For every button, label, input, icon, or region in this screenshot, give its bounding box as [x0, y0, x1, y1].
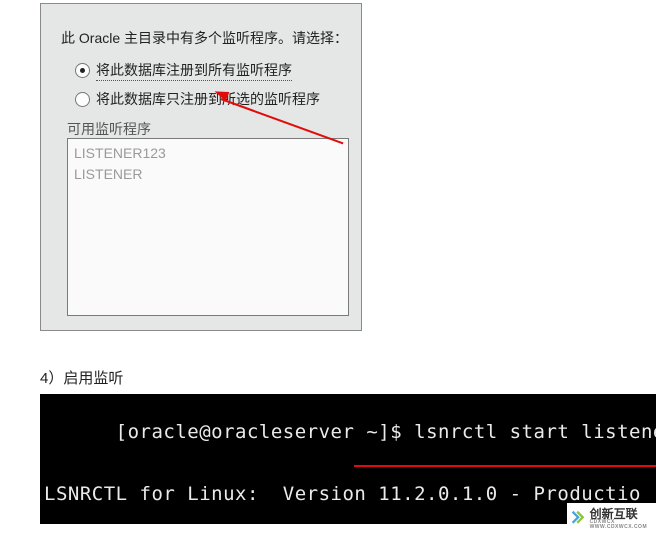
step-label: 4）启用监听	[40, 367, 123, 388]
logo-text-en: CDXWCX WWW.CDXWCX.COM	[590, 520, 661, 530]
terminal-version-line: LSNRCTL for Linux: Version 11.2.0.1.0 - …	[44, 485, 652, 504]
radio-icon	[75, 92, 90, 107]
terminal-command: lsnrctl start listener1	[414, 421, 656, 443]
listbox-title: 可用监听程序	[67, 119, 151, 140]
terminal-prompt: [oracle@oracleserver ~]$	[116, 421, 414, 443]
oracle-listener-dialog: 此 Oracle 主目录中有多个监听程序。请选择： 将此数据库注册到所有监听程序…	[40, 3, 362, 331]
annotation-underline	[354, 465, 656, 467]
radio-register-selected-label: 将此数据库只注册到所选的监听程序	[96, 89, 320, 109]
available-listeners-listbox[interactable]: LISTENER123 LISTENER	[67, 138, 349, 316]
radio-register-selected[interactable]: 将此数据库只注册到所选的监听程序	[75, 89, 320, 109]
list-item[interactable]: LISTENER123	[74, 143, 342, 164]
list-item[interactable]: LISTENER	[74, 164, 342, 185]
terminal-output: [oracle@oracleserver ~]$ lsnrctl start l…	[40, 394, 656, 524]
radio-register-all-label: 将此数据库注册到所有监听程序	[96, 60, 292, 81]
logo-icon	[567, 508, 586, 530]
dialog-intro-text: 此 Oracle 主目录中有多个监听程序。请选择：	[61, 28, 348, 48]
radio-icon	[75, 63, 90, 78]
watermark-logo: 创新互联 CDXWCX WWW.CDXWCX.COM	[567, 503, 661, 535]
radio-register-all[interactable]: 将此数据库注册到所有监听程序	[75, 60, 292, 81]
